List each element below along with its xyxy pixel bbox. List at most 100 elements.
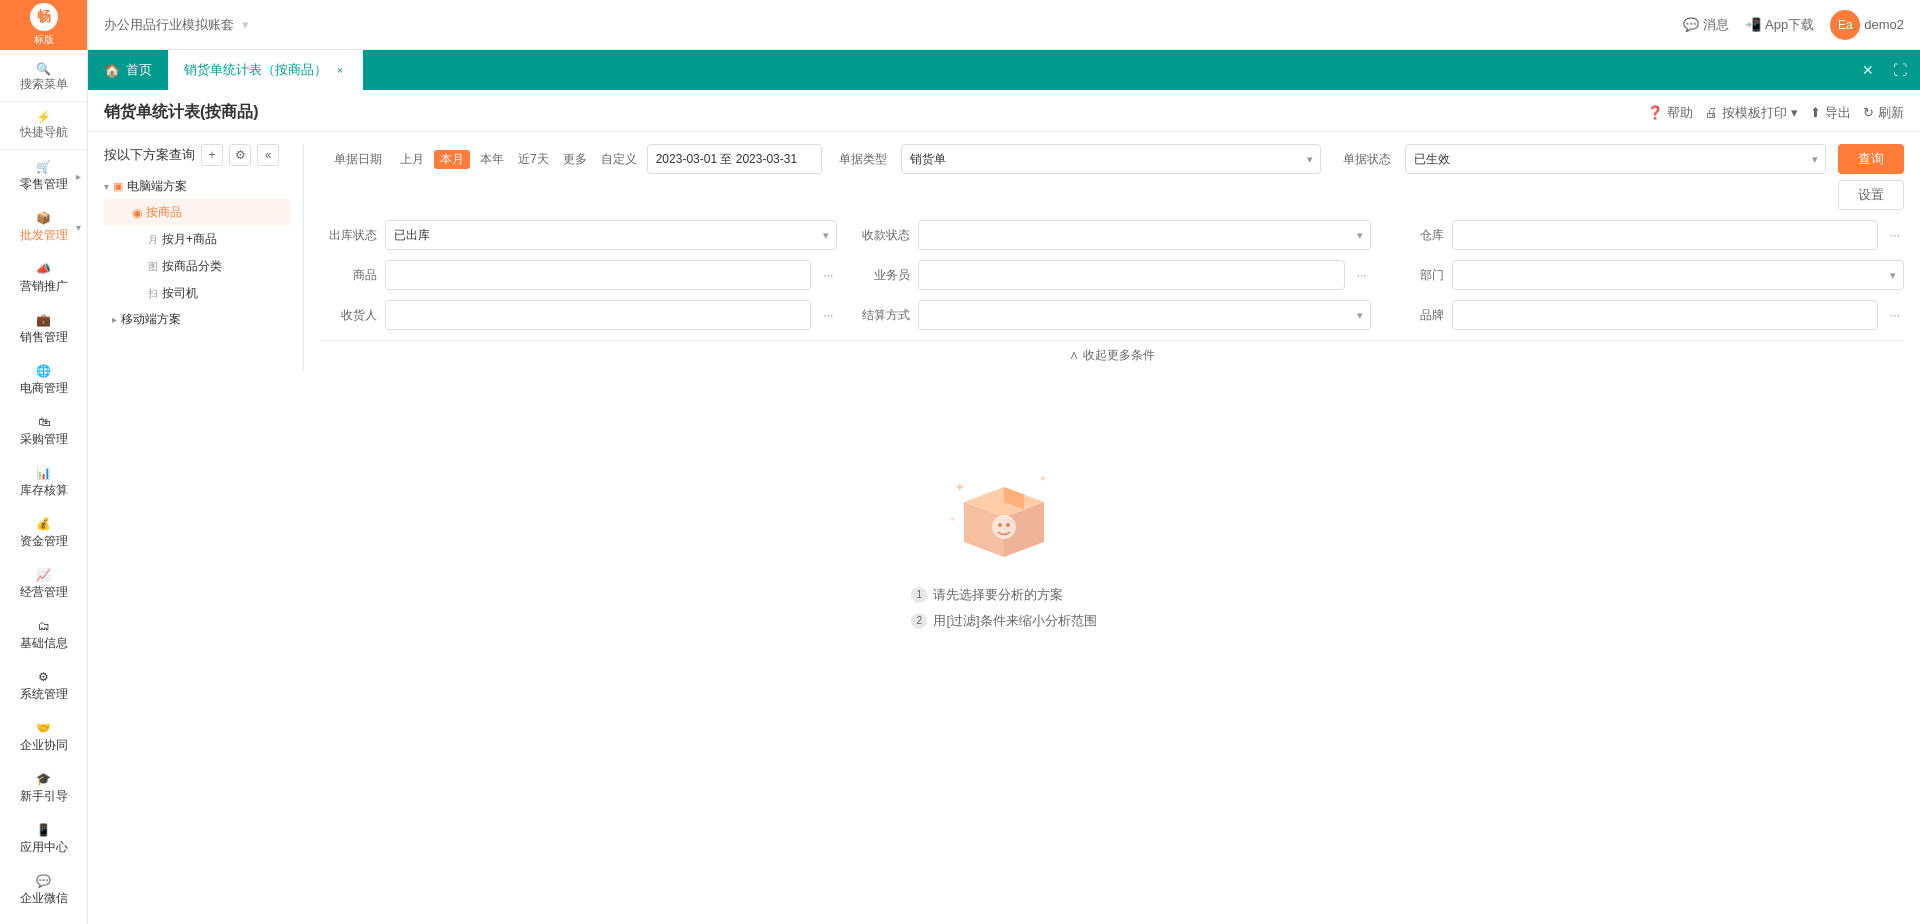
- sidebar-item-guide[interactable]: 🎓 新手引导: [0, 762, 87, 813]
- filter-row-out-status: 出库状态 已出库 收款状态: [320, 220, 1904, 250]
- scheme-collapse-button[interactable]: «: [257, 144, 279, 166]
- brand-input[interactable]: [1452, 300, 1878, 330]
- sidebar-item-sales[interactable]: 💼 销售管理: [0, 303, 87, 354]
- sidebar-ecommerce-label: 电商管理: [20, 380, 68, 397]
- doc-type-select[interactable]: 销货单: [901, 144, 1322, 174]
- shortcut-more[interactable]: 更多: [559, 149, 591, 170]
- sidebar-item-marketing[interactable]: 📣 营销推广: [0, 252, 87, 303]
- payment-select[interactable]: [918, 300, 1370, 330]
- filter-cell-receiver: 收货人 ···: [320, 300, 837, 330]
- empty-tips: 1 请先选择要分析的方案 2 用[过滤]条件来缩小分析范围: [911, 582, 1096, 634]
- sidebar-item-inventory[interactable]: 📊 库存核算: [0, 456, 87, 507]
- shortcut-last-7days[interactable]: 近7天: [514, 149, 553, 170]
- empty-tip-2: 2 用[过滤]条件来缩小分析范围: [911, 608, 1096, 634]
- receiver-input[interactable]: [385, 300, 811, 330]
- sidebar-item-purchase[interactable]: 🛍 采购管理: [0, 405, 87, 456]
- inventory-icon: 📊: [36, 466, 51, 480]
- sidebar-item-ecommerce[interactable]: 🌐 电商管理: [0, 354, 87, 405]
- sidebar-wechat-label: 企业微信: [20, 890, 68, 907]
- warehouse-input[interactable]: [1452, 220, 1878, 250]
- sidebar-item-retail[interactable]: 🛒 零售管理 ▸: [0, 150, 87, 201]
- shortcut-last-month[interactable]: 上月: [396, 149, 428, 170]
- dept-select[interactable]: [1452, 260, 1904, 290]
- date-label: 单据日期: [320, 151, 390, 168]
- top-bar-left: 办公用品行业模拟账套 ▾: [104, 16, 249, 34]
- scheme-add-button[interactable]: +: [201, 144, 223, 166]
- marketing-icon: 📣: [36, 262, 51, 276]
- sidebar-item-wechat[interactable]: 💬 企业微信: [0, 864, 87, 915]
- collapse-bar[interactable]: ∧ 收起更多条件: [320, 340, 1904, 370]
- refresh-icon: ↻: [1863, 105, 1874, 120]
- template-print-button[interactable]: 🖨 按模板打印 ▾: [1705, 104, 1798, 122]
- doc-status-label: 单据状态: [1329, 151, 1399, 168]
- sidebar-item-wholesale[interactable]: 📦 批发管理 ▾: [0, 201, 87, 252]
- scheme-item-by-goods[interactable]: ◉ 按商品: [104, 199, 291, 226]
- month-goods-icon: 月: [148, 233, 158, 247]
- scheme-settings-button[interactable]: ⚙: [229, 144, 251, 166]
- salesman-input[interactable]: [918, 260, 1344, 290]
- scheme-group-mobile[interactable]: ▸ 移动端方案: [104, 307, 291, 332]
- query-button[interactable]: 查询: [1838, 144, 1904, 174]
- shortcut-this-month[interactable]: 本月: [434, 150, 470, 169]
- receiver-dots-icon[interactable]: ···: [819, 308, 837, 322]
- mobile-group-icon: ▸: [112, 314, 117, 325]
- sidebar-finance-label: 资金管理: [20, 533, 68, 550]
- logo-area[interactable]: 畅 标版: [0, 0, 87, 50]
- filter-layout: 按以下方案查询 + ⚙ « ▾ ▣ 电脑端方案: [104, 144, 1904, 370]
- tab-home-label: 首页: [126, 61, 152, 79]
- group-desktop-label: 电脑端方案: [127, 178, 187, 195]
- scheme-item-by-scanner[interactable]: 扫 按司机: [104, 280, 291, 307]
- brand-dots-icon[interactable]: ···: [1886, 308, 1904, 322]
- messages-button[interactable]: 💬 消息: [1683, 16, 1729, 34]
- filter-cell-warehouse: 仓库 ···: [1387, 220, 1904, 250]
- tab-expand-icon[interactable]: ⛶: [1888, 58, 1912, 82]
- sidebar-item-system[interactable]: ⚙ 系统管理: [0, 660, 87, 711]
- filter-cell-receipt-status: 收款状态: [853, 220, 1370, 250]
- scheme-item-by-month-goods[interactable]: 月 按月+商品: [104, 226, 291, 253]
- user-avatar-area[interactable]: Ea demo2: [1830, 10, 1904, 40]
- goods-input[interactable]: [385, 260, 811, 290]
- salesman-dots-icon[interactable]: ···: [1353, 268, 1371, 282]
- sidebar-item-operations[interactable]: 📈 经营管理: [0, 558, 87, 609]
- page-actions: ❓ 帮助 🖨 按模板打印 ▾ ⬆ 导出 ↻ 刷新: [1647, 104, 1904, 122]
- app-download-button[interactable]: 📲 App下载: [1745, 16, 1814, 34]
- receipt-status-select[interactable]: [918, 220, 1370, 250]
- sidebar-item-enterprise[interactable]: 🤝 企业协同: [0, 711, 87, 762]
- sidebar-item-basic[interactable]: 🗂 基础信息: [0, 609, 87, 660]
- sidebar-item-finance[interactable]: 💰 资金管理: [0, 507, 87, 558]
- date-shortcuts: 上月 本月 本年 近7天 更多 自定义: [396, 149, 641, 170]
- export-label: 导出: [1825, 104, 1851, 122]
- dept-select-wrapper: [1452, 260, 1904, 290]
- by-scanner-label: 按司机: [162, 285, 198, 302]
- tab-active[interactable]: 销货单统计表（按商品） ×: [168, 50, 363, 90]
- sidebar-item-app-center[interactable]: 📱 应用中心: [0, 813, 87, 864]
- sidebar-quick-nav[interactable]: ⚡ 快捷导航: [0, 102, 87, 150]
- scheme-item-by-goods-category[interactable]: 图 按商品分类: [104, 253, 291, 280]
- warehouse-dots-icon[interactable]: ···: [1886, 228, 1904, 242]
- out-status-select[interactable]: 已出库: [385, 220, 837, 250]
- sidebar-item-vip[interactable]: 👑 畅会员: [0, 915, 87, 924]
- doc-status-select[interactable]: 已生效: [1405, 144, 1826, 174]
- export-button[interactable]: ⬆ 导出: [1810, 104, 1851, 122]
- date-range-input[interactable]: [647, 144, 822, 174]
- tab-home[interactable]: 🏠 首页: [88, 50, 168, 90]
- doc-status-select-wrapper: 已生效: [1405, 144, 1826, 174]
- home-icon: 🏠: [104, 63, 120, 78]
- tip1-num: 1: [911, 587, 927, 603]
- refresh-button[interactable]: ↻ 刷新: [1863, 104, 1904, 122]
- help-button[interactable]: ❓ 帮助: [1647, 104, 1693, 122]
- sidebar-enterprise-label: 企业协同: [20, 737, 68, 754]
- shortcut-custom[interactable]: 自定义: [597, 149, 641, 170]
- scheme-group-desktop[interactable]: ▾ ▣ 电脑端方案: [104, 174, 291, 199]
- filter-row-goods: 商品 ··· 业务员 ···: [320, 260, 1904, 290]
- shortcut-this-year[interactable]: 本年: [476, 149, 508, 170]
- filter-area: 按以下方案查询 + ⚙ « ▾ ▣ 电脑端方案: [88, 132, 1920, 382]
- tab-close-button[interactable]: ×: [333, 63, 347, 77]
- settings-button[interactable]: 设置: [1838, 180, 1904, 210]
- tab-close-all-icon[interactable]: ✕: [1856, 58, 1880, 82]
- goods-cat-icon: 图: [148, 260, 158, 274]
- message-icon: 💬: [1683, 17, 1699, 32]
- scheme-header: 按以下方案查询 + ⚙ «: [104, 144, 291, 166]
- goods-dots-icon[interactable]: ···: [819, 268, 837, 282]
- sidebar-search[interactable]: 🔍 搜索菜单: [0, 54, 87, 102]
